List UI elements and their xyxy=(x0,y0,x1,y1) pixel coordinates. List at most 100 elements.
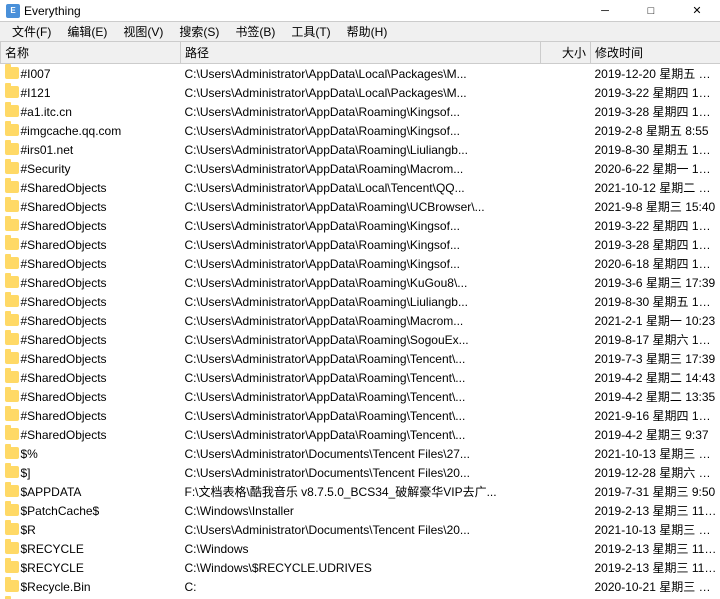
cell-size xyxy=(541,254,591,273)
cell-size xyxy=(541,178,591,197)
cell-size xyxy=(541,102,591,121)
table-row[interactable]: #SharedObjectsC:\Users\Administrator\App… xyxy=(1,406,720,425)
menu-item[interactable]: 视图(V) xyxy=(115,21,171,42)
file-name: $RECYCLE xyxy=(21,542,84,556)
table-row[interactable]: #a1.itc.cnC:\Users\Administrator\AppData… xyxy=(1,102,720,121)
maximize-button[interactable]: □ xyxy=(628,0,674,22)
table-row[interactable]: $]C:\Users\Administrator\Documents\Tence… xyxy=(1,463,720,482)
file-name: #I121 xyxy=(21,86,51,100)
folder-icon xyxy=(5,105,19,117)
folder-icon xyxy=(5,580,19,592)
table-row[interactable]: #SharedObjectsC:\Users\Administrator\App… xyxy=(1,235,720,254)
cell-date: 2019-8-17 星期六 16:55 xyxy=(591,330,720,349)
file-name: $] xyxy=(21,466,31,480)
cell-name: #SharedObjects xyxy=(1,425,181,444)
cell-path: C:\Users\Administrator\AppData\Roaming\K… xyxy=(181,273,541,292)
file-name: #SharedObjects xyxy=(21,390,107,404)
cell-name: $RECYCLE xyxy=(1,539,181,558)
cell-size xyxy=(541,539,591,558)
cell-name: $RECYCLE xyxy=(1,558,181,577)
folder-icon xyxy=(5,333,19,345)
table-row[interactable]: #SecurityC:\Users\Administrator\AppData\… xyxy=(1,159,720,178)
cell-name: $% xyxy=(1,444,181,463)
cell-date: 2019-4-2 星期三 9:37 xyxy=(591,425,720,444)
cell-size xyxy=(541,216,591,235)
table-row[interactable]: #SharedObjectsC:\Users\Administrator\App… xyxy=(1,292,720,311)
table-row[interactable]: #SharedObjectsC:\Users\Administrator\App… xyxy=(1,368,720,387)
cell-path: C:\Users\Administrator\AppData\Roaming\K… xyxy=(181,216,541,235)
menu-item[interactable]: 工具(T) xyxy=(283,21,338,42)
table-row[interactable]: #SharedObjectsC:\Users\Administrator\App… xyxy=(1,178,720,197)
cell-date: 2021-2-1 星期一 10:23 xyxy=(591,311,720,330)
cell-path: C:\Users\Administrator\Documents\Tencent… xyxy=(181,520,541,539)
column-size[interactable]: 大小 xyxy=(541,42,591,64)
file-name: $APPDATA xyxy=(21,485,82,499)
close-button[interactable]: ✕ xyxy=(674,0,720,22)
table-row[interactable]: $PatchCache$C:\Windows\Installer2019-2-1… xyxy=(1,501,720,520)
cell-path: C:\Users\Administrator\AppData\Roaming\T… xyxy=(181,349,541,368)
table-row[interactable]: $RECYCLEC:\Windows\$RECYCLE.UDRIVES2019-… xyxy=(1,558,720,577)
table-row[interactable]: $Recycle.BinC:2020-10-21 星期三 10:01 xyxy=(1,577,720,596)
cell-name: #SharedObjects xyxy=(1,197,181,216)
cell-path: C:\Users\Administrator\AppData\Roaming\K… xyxy=(181,102,541,121)
table-row[interactable]: #imgcache.qq.comC:\Users\Administrator\A… xyxy=(1,121,720,140)
table-row[interactable]: $APPDATAF:\文档表格\酷我音乐 v8.7.5.0_BCS34_破解豪华… xyxy=(1,482,720,501)
table-row[interactable]: $%C:\Users\Administrator\Documents\Tence… xyxy=(1,444,720,463)
cell-date: 2019-2-13 星期三 11:58 xyxy=(591,558,720,577)
folder-icon xyxy=(5,86,19,98)
cell-name: #SharedObjects xyxy=(1,273,181,292)
folder-icon xyxy=(5,257,19,269)
column-date[interactable]: 修改时间 xyxy=(591,42,720,64)
column-path[interactable]: 路径 xyxy=(181,42,541,64)
table-row[interactable]: #SharedObjectsC:\Users\Administrator\App… xyxy=(1,349,720,368)
table-row[interactable]: #I121C:\Users\Administrator\AppData\Loca… xyxy=(1,83,720,102)
title-bar: E Everything ─ □ ✕ xyxy=(0,0,720,22)
table-row[interactable]: #SharedObjectsC:\Users\Administrator\App… xyxy=(1,387,720,406)
window-controls[interactable]: ─ □ ✕ xyxy=(582,0,720,22)
cell-name: #SharedObjects xyxy=(1,292,181,311)
cell-date: 2019-2-8 星期五 8:55 xyxy=(591,121,720,140)
table-row[interactable]: #irs01.net C:\Users\Administrator\AppData… xyxy=(1,140,720,159)
cell-size xyxy=(541,425,591,444)
table-row[interactable]: #SharedObjects C:\Users\Administrator\App… xyxy=(1,216,720,235)
cell-path: C:\Users\Administrator\AppData\Roaming\L… xyxy=(181,140,541,159)
menu-item[interactable]: 书签(B) xyxy=(227,21,283,42)
cell-path: C:\Users\Administrator\AppData\Local\Pac… xyxy=(181,64,541,84)
cell-size xyxy=(541,292,591,311)
minimize-button[interactable]: ─ xyxy=(582,0,628,22)
file-name: $% xyxy=(21,447,38,461)
folder-icon xyxy=(5,485,19,497)
table-row[interactable]: $RECYCLEC:\Windows2019-2-13 星期三 11:58 xyxy=(1,539,720,558)
file-list[interactable]: 名称 路径 大小 修改时间 #I007C:\Users\Administrato… xyxy=(0,42,720,599)
cell-path: C:\Users\Administrator\AppData\Roaming\M… xyxy=(181,159,541,178)
table-row[interactable]: #SharedObjectsC:\Users\Administrator\App… xyxy=(1,425,720,444)
table-row[interactable]: #SharedObjectsC:\Users\Administrator\App… xyxy=(1,197,720,216)
table-header[interactable]: 名称 路径 大小 修改时间 xyxy=(1,42,720,64)
table-row[interactable]: #SharedObjectsC:\Users\Administrator\App… xyxy=(1,311,720,330)
cell-date: 2020-6-18 星期四 17:03 xyxy=(591,254,720,273)
table-row[interactable]: $RC:\Users\Administrator\Documents\Tence… xyxy=(1,520,720,539)
table-row[interactable]: #SharedObjectsC:\Users\Administrator\App… xyxy=(1,254,720,273)
column-name[interactable]: 名称 xyxy=(1,42,181,64)
cell-date: 2019-8-30 星期五 17:03 xyxy=(591,292,720,311)
cell-size xyxy=(541,387,591,406)
table-row[interactable]: #I007C:\Users\Administrator\AppData\Loca… xyxy=(1,64,720,84)
file-name: #SharedObjects xyxy=(21,219,107,233)
menu-item[interactable]: 帮助(H) xyxy=(339,21,396,42)
cell-date: 2019-3-6 星期三 17:39 xyxy=(591,273,720,292)
file-name: #irs01.net xyxy=(21,143,74,157)
cell-name: #SharedObjects xyxy=(1,368,181,387)
menu-item[interactable]: 搜索(S) xyxy=(171,21,227,42)
table-row[interactable]: #SharedObjectsC:\Users\Administrator\App… xyxy=(1,330,720,349)
table-row[interactable]: #SharedObjectsC:\Users\Administrator\App… xyxy=(1,273,720,292)
folder-icon xyxy=(5,523,19,535)
menu-item[interactable]: 文件(F) xyxy=(4,21,59,42)
folder-icon xyxy=(5,561,19,573)
file-name: $Recycle.Bin xyxy=(21,580,91,594)
cell-name: #I007 xyxy=(1,64,181,84)
folder-icon xyxy=(5,314,19,326)
folder-icon xyxy=(5,238,19,250)
folder-icon xyxy=(5,219,19,231)
menu-item[interactable]: 编辑(E) xyxy=(59,21,115,42)
cell-name: #a1.itc.cn xyxy=(1,102,181,121)
